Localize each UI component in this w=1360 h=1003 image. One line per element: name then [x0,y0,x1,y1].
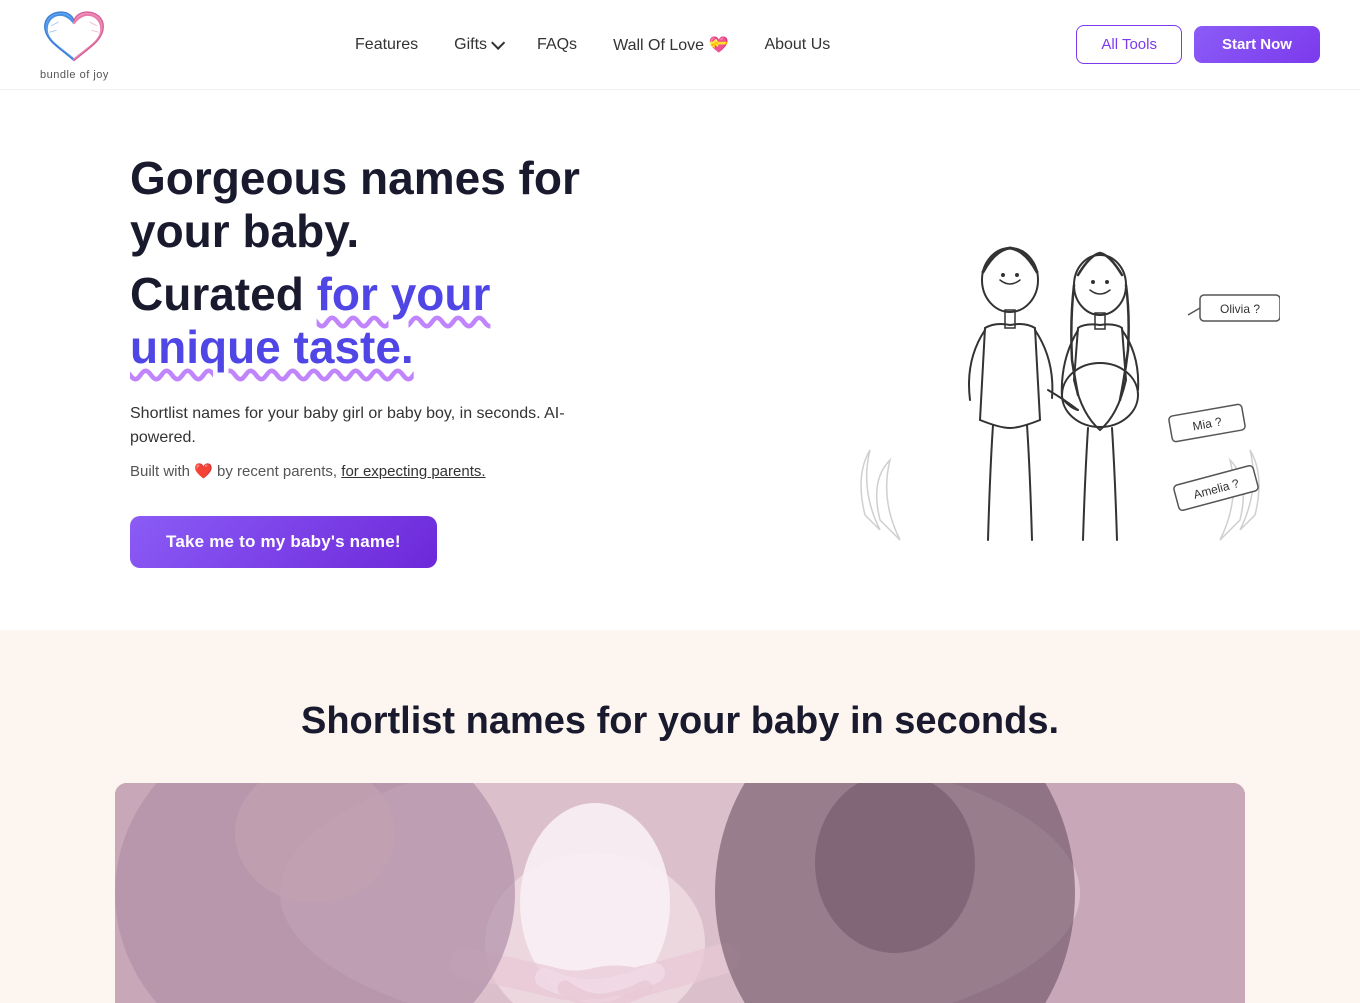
hero-title-line1: Gorgeous names for your baby. [130,152,610,258]
hero-built-link[interactable]: for expecting parents. [341,463,485,480]
all-tools-button[interactable]: All Tools [1076,25,1182,64]
photo-svg [115,783,1245,1003]
nav-faqs[interactable]: FAQs [537,36,577,54]
logo-icon [42,9,106,69]
photo-simulation [115,783,1245,1003]
gifts-dropdown-icon [491,35,505,49]
hero-cta-button[interactable]: Take me to my baby's name! [130,516,437,568]
nav-gifts[interactable]: Gifts [454,36,501,54]
svg-text:Olivia ?: Olivia ? [1220,302,1260,316]
shortlist-section: Shortlist names for your baby in seconds… [0,630,1360,1003]
hero-title-line2: Curated for your unique taste. [130,268,610,374]
nav-about-us[interactable]: About Us [764,36,830,54]
nav-links: Features Gifts FAQs Wall Of Love 💝 About… [355,35,830,55]
start-now-button[interactable]: Start Now [1194,26,1320,63]
brand-name: bundle of joy [40,69,109,81]
hero-built-text: Built with ❤️ by recent parents, for exp… [130,462,610,480]
nav-wall-of-love[interactable]: Wall Of Love 💝 [613,35,728,55]
navigation: bundle of joy Features Gifts FAQs Wall O… [0,0,1360,90]
logo[interactable]: bundle of joy [40,9,109,81]
hero-section: Gorgeous names for your baby. Curated fo… [0,90,1360,630]
nav-features[interactable]: Features [355,36,418,54]
hero-illustration: Olivia ? Mia ? Amelia ? Elizabeth ? Emil… [800,160,1280,560]
shortlist-section-title: Shortlist names for your baby in seconds… [40,700,1320,743]
couple-illustration: Olivia ? Mia ? Amelia ? Elizabeth ? Emil… [800,160,1280,580]
shortlist-photo [115,783,1245,1003]
hero-content: Gorgeous names for your baby. Curated fo… [130,152,610,568]
nav-actions: All Tools Start Now [1076,25,1320,64]
hero-subtitle: Shortlist names for your baby girl or ba… [130,402,610,450]
